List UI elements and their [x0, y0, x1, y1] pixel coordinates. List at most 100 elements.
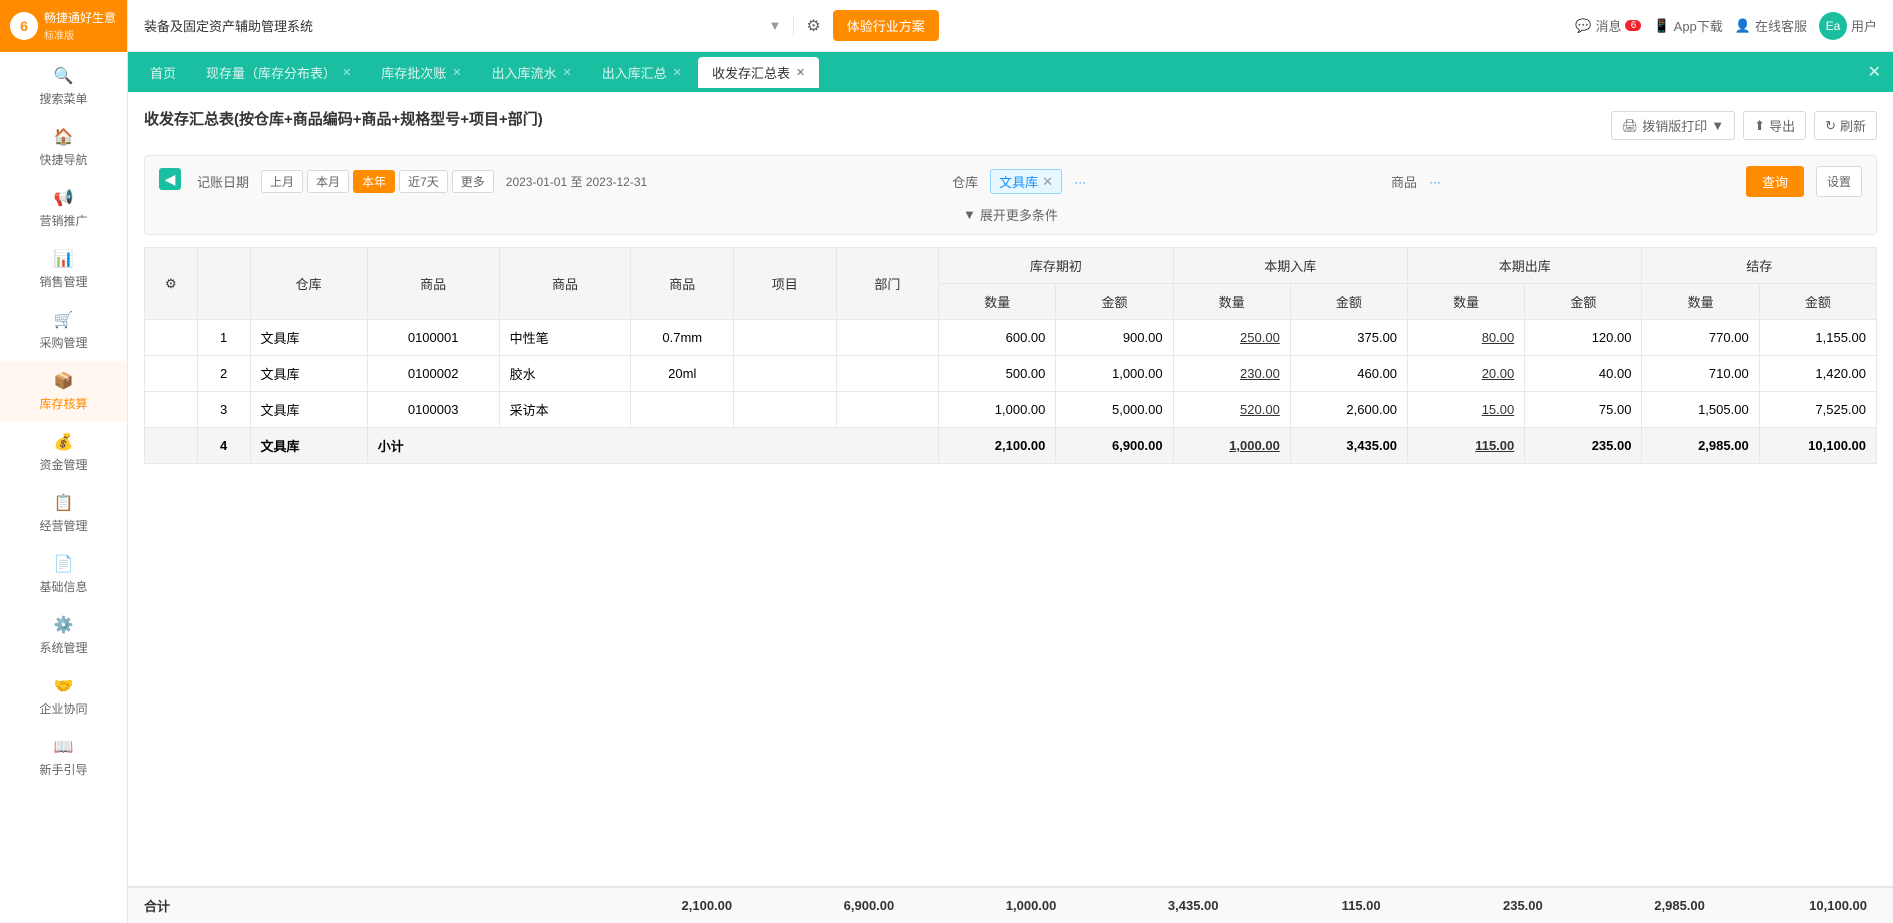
sidebar-label-basic-info: 基础信息	[39, 578, 87, 595]
cell-out-qty-2[interactable]: 15.00	[1408, 392, 1525, 428]
filter-settings-btn[interactable]: 设置	[1816, 166, 1862, 197]
subtotal-opening-amt: 6,900.00	[1056, 428, 1173, 464]
sidebar-item-guide[interactable]: 📖新手引导	[0, 727, 127, 788]
message-btn[interactable]: 💬 消息 6	[1575, 16, 1641, 35]
sidebar-item-sales[interactable]: 📊销售管理	[0, 239, 127, 300]
experience-btn[interactable]: 体验行业方案	[833, 10, 939, 41]
date-btn-本年[interactable]: 本年	[353, 170, 395, 193]
query-button[interactable]: 查询	[1746, 166, 1804, 197]
tab-close-stock-dist[interactable]: ✕	[342, 66, 351, 79]
subtotal-out-qty[interactable]: 115.00	[1408, 428, 1525, 464]
total-balance-qty: 2,985.00	[1553, 898, 1715, 913]
tab-close-batch-ledger[interactable]: ✕	[452, 66, 461, 79]
cell-balance-qty-1: 710.00	[1642, 356, 1759, 392]
sidebar-label-finance: 资金管理	[39, 456, 87, 473]
date-label: 记账日期	[197, 172, 249, 191]
sidebar-label-quick-nav: 快捷导航	[39, 151, 87, 168]
app-download-btn[interactable]: 📱 App下载	[1653, 16, 1722, 35]
sidebar-item-basic-info[interactable]: 📄基础信息	[0, 544, 127, 605]
cell-no-1: 2	[197, 356, 250, 392]
cell-out-qty-1[interactable]: 20.00	[1408, 356, 1525, 392]
th-spec: 商品	[631, 248, 734, 320]
th-no	[197, 248, 250, 320]
tab-stock-dist[interactable]: 现存量（库存分布表）✕	[192, 57, 365, 88]
tab-in-out-summary[interactable]: 出入库汇总✕	[588, 57, 696, 88]
sidebar-icon-purchase: 🛒	[54, 310, 74, 330]
cell-in-qty-2[interactable]: 520.00	[1173, 392, 1290, 428]
cell-warehouse-0: 文具库	[250, 320, 367, 356]
tab-label-in-out-flow: 出入库流水	[491, 63, 556, 82]
warehouse-tag-close[interactable]: ✕	[1042, 174, 1053, 190]
content-area: 收发存汇总表(按仓库+商品编码+商品+规格型号+项目+部门) 🖨 拨销版打印 ▼…	[128, 92, 1893, 886]
tab-in-out-flow[interactable]: 出入库流水 ✕	[477, 57, 585, 88]
tab-batch-ledger[interactable]: 库存批次账✕	[367, 57, 475, 88]
tab-close-in-out-summary[interactable]: ✕	[673, 66, 682, 79]
cell-opening-qty-1: 500.00	[939, 356, 1056, 392]
tab-recv-send-summary[interactable]: 收发存汇总表✕	[698, 57, 819, 88]
sidebar-item-finance[interactable]: 💰资金管理	[0, 422, 127, 483]
date-btn-上月[interactable]: 上月	[261, 170, 303, 193]
subtotal-opening-qty: 2,100.00	[939, 428, 1056, 464]
dropdown-icon[interactable]: ▼	[769, 18, 782, 33]
date-btn-更多[interactable]: 更多	[452, 170, 494, 193]
online-service-btn[interactable]: 👤 在线客服	[1735, 16, 1807, 35]
cell-in-qty-0[interactable]: 250.00	[1173, 320, 1290, 356]
cell-out-qty-0[interactable]: 80.00	[1408, 320, 1525, 356]
sidebar-item-quick-nav[interactable]: 🏠快捷导航	[0, 117, 127, 178]
total-in-qty: 1,000.00	[904, 898, 1066, 913]
subtotal-in-qty[interactable]: 1,000.00	[1173, 428, 1290, 464]
expand-chevron-icon: ▼	[963, 207, 976, 222]
close-all-tabs-btn[interactable]: ✕	[1864, 58, 1885, 86]
tabs-bar: 首页现存量（库存分布表）✕库存批次账✕出入库流水✕出入库汇总✕收发存汇总表✕✕	[128, 52, 1893, 92]
settings-icon[interactable]: ⚙	[806, 16, 820, 36]
refresh-icon: ↻	[1825, 118, 1836, 134]
subtotal-row: 4 文具库 小计 2,100.00 6,900.00 1,000.00 3,43…	[145, 428, 1877, 464]
sidebar-item-system[interactable]: ⚙️系统管理	[0, 605, 127, 666]
total-out-amt: 235.00	[1391, 898, 1553, 913]
th-opening-qty: 数量	[939, 284, 1056, 320]
th-group-in: 本期入库	[1173, 248, 1407, 284]
message-label: 消息	[1595, 16, 1621, 35]
sidebar-item-marketing[interactable]: 📢营销推广	[0, 178, 127, 239]
th-settings[interactable]: ⚙	[145, 248, 198, 320]
sidebar-nav: 🔍搜索菜单🏠快捷导航📢营销推广📊销售管理🛒采购管理📦库存核算💰资金管理📋经营管理…	[0, 52, 127, 923]
logo-icon: 6	[10, 12, 38, 40]
sidebar-icon-collab: 🤝	[54, 676, 74, 696]
filter-expand-icon[interactable]: ◀	[159, 168, 181, 190]
expand-more-btn[interactable]: ▼ 展开更多条件	[159, 205, 1862, 224]
cell-in-qty-1[interactable]: 230.00	[1173, 356, 1290, 392]
cell-in-amt-0: 375.00	[1290, 320, 1407, 356]
sidebar-item-search[interactable]: 🔍搜索菜单	[0, 56, 127, 117]
export-btn[interactable]: ⬆ 导出	[1743, 111, 1806, 140]
warehouse-tag[interactable]: 文具库 ✕	[990, 169, 1062, 194]
th-code: 商品	[367, 248, 499, 320]
tab-close-in-out-flow[interactable]: ✕	[563, 66, 572, 79]
cell-project-2	[734, 392, 837, 428]
cell-code-0: 0100001	[367, 320, 499, 356]
tab-home[interactable]: 首页	[136, 57, 190, 88]
th-project: 项目	[734, 248, 837, 320]
sidebar-item-purchase[interactable]: 🛒采购管理	[0, 300, 127, 361]
refresh-btn[interactable]: ↻ 刷新	[1814, 111, 1877, 140]
cell-code-2: 0100003	[367, 392, 499, 428]
cell-out-amt-2: 75.00	[1525, 392, 1642, 428]
print-btn[interactable]: 🖨 拨销版打印 ▼	[1611, 111, 1735, 140]
data-table: ⚙ 仓库 商品 商品 商品 项目 部门 库存期初 本期入库 本期出库 结存 数量…	[144, 247, 1877, 464]
app-subtitle: 标准版	[44, 27, 116, 42]
cell-no-2: 3	[197, 392, 250, 428]
tab-close-recv-send-summary[interactable]: ✕	[796, 66, 805, 79]
user-btn[interactable]: Ea 用户	[1819, 12, 1877, 40]
warehouse-more[interactable]: ···	[1074, 175, 1086, 189]
cell-balance-amt-0: 1,155.00	[1759, 320, 1876, 356]
sidebar-icon-inventory: 📦	[54, 371, 74, 391]
sidebar-item-operations[interactable]: 📋经营管理	[0, 483, 127, 544]
goods-more[interactable]: ···	[1429, 175, 1441, 189]
date-btn-近7天[interactable]: 近7天	[399, 170, 448, 193]
sidebar-item-inventory[interactable]: 📦库存核算	[0, 361, 127, 422]
sidebar-item-collab[interactable]: 🤝企业协同	[0, 666, 127, 727]
total-bar: 合计 2,100.00 6,900.00 1,000.00 3,435.00 1…	[128, 886, 1893, 923]
total-opening-qty: 2,100.00	[580, 898, 742, 913]
total-balance-amt: 10,100.00	[1715, 898, 1877, 913]
cell-warehouse-2: 文具库	[250, 392, 367, 428]
date-btn-本月[interactable]: 本月	[307, 170, 349, 193]
